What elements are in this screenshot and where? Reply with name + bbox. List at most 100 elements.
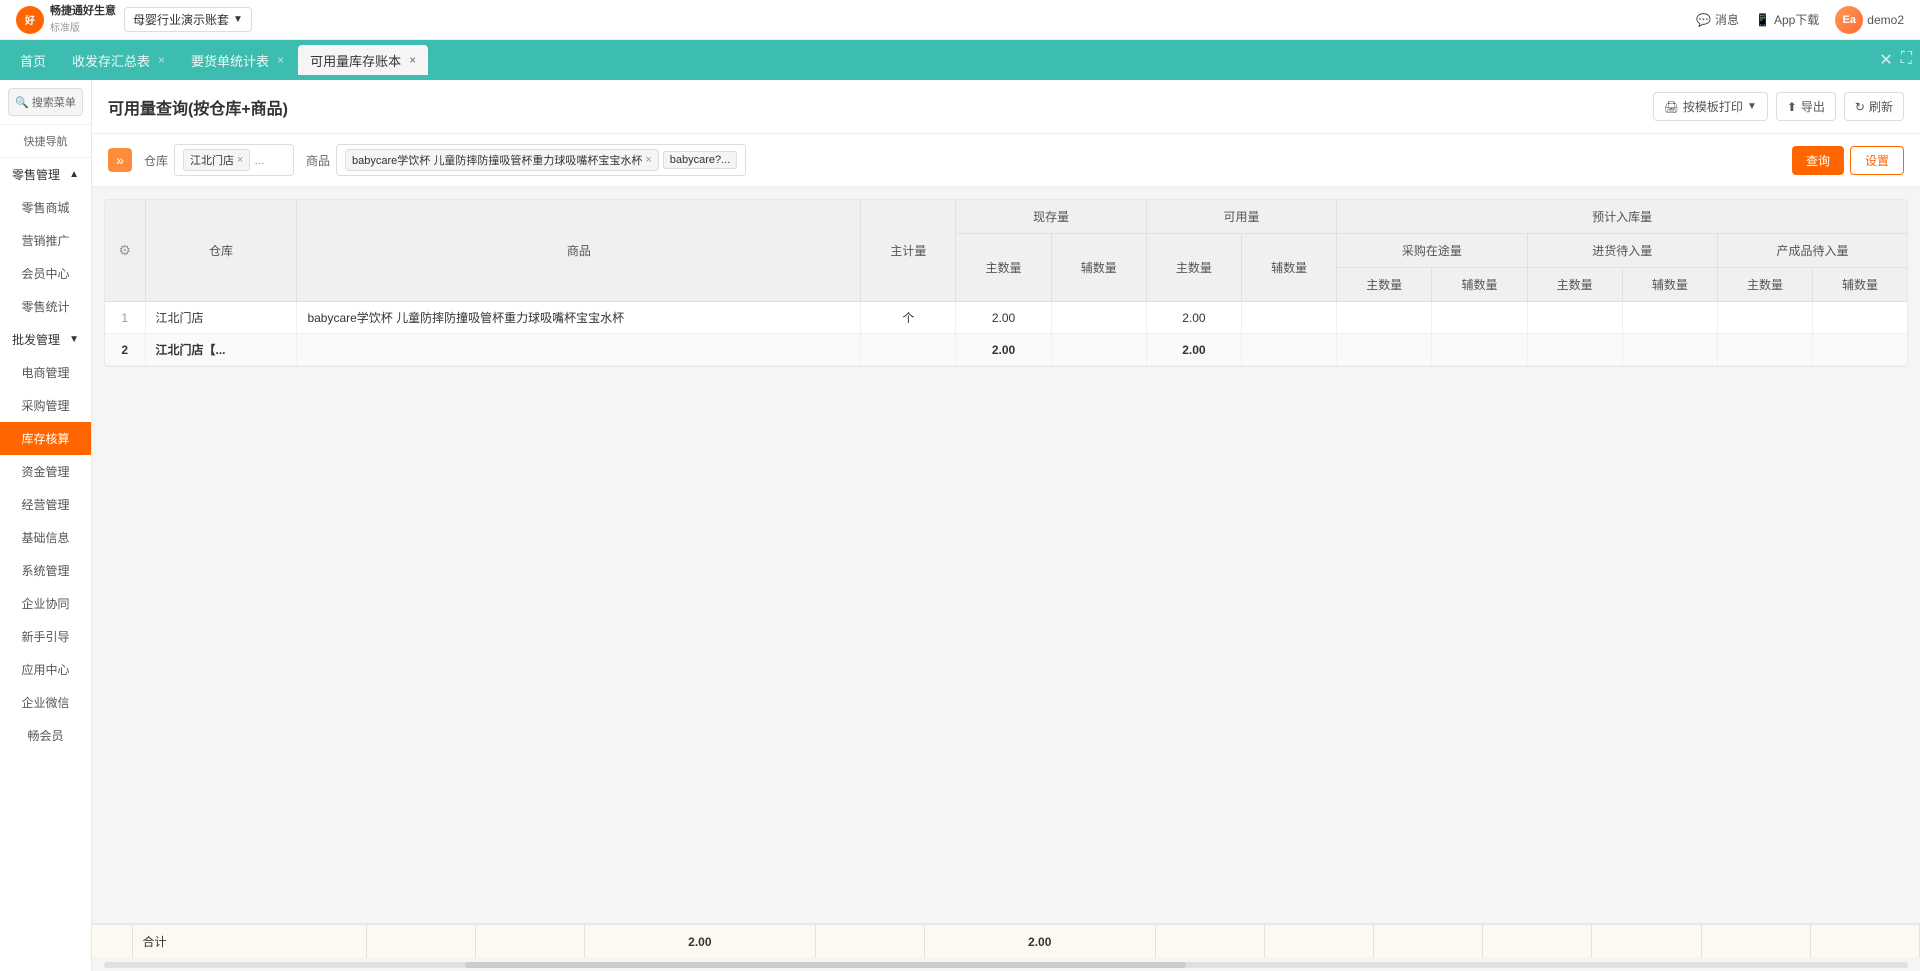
- cell-incoming-main-1: [1527, 302, 1622, 334]
- footer-avail-main: 2.00: [924, 925, 1155, 959]
- refresh-btn[interactable]: ↻ 刷新: [1844, 92, 1904, 121]
- gear-icon[interactable]: ⚙: [118, 242, 131, 258]
- footer-prod-aux: [1810, 925, 1919, 959]
- product-input[interactable]: babycare学饮杯 儿童防摔防撞吸管杯重力球吸嘴杯宝宝水杯 × babyca…: [336, 144, 746, 176]
- export-icon: ⬆: [1787, 100, 1797, 114]
- th-purchase-label: 采购在途量: [1337, 234, 1527, 268]
- industry-label: 母婴行业演示账套: [133, 11, 229, 28]
- sidebar-item-ecommerce[interactable]: 电商管理: [0, 356, 91, 389]
- footer-bar: 合计 2.00 2.00: [92, 923, 1920, 959]
- setting-btn[interactable]: 设置: [1850, 146, 1904, 175]
- th-incoming-main: 主数量: [1527, 268, 1622, 302]
- sidebar-quick-nav[interactable]: 快捷导航: [0, 125, 91, 158]
- message-label: 消息: [1715, 11, 1739, 28]
- tab-home[interactable]: 首页: [8, 45, 58, 75]
- footer-incoming-aux: [1592, 925, 1701, 959]
- chevron-down-icon: ▼: [233, 14, 243, 25]
- tab-order[interactable]: 要货单统计表 ×: [179, 45, 296, 75]
- th-purchase-main: 主数量: [1337, 268, 1432, 302]
- warehouse-label: 仓库: [144, 152, 168, 169]
- table-row: 1 江北门店 babycare学饮杯 儿童防摔防撞吸管杯重力球吸嘴杯宝宝水杯 个…: [105, 302, 1907, 334]
- page-header: 可用量查询(按仓库+商品) 🖨 按模板打印 ▼ ⬆ 导出 ↻ 刷新: [92, 80, 1920, 134]
- footer-stock-main: 2.00: [584, 925, 815, 959]
- top-bar-right: 💬 消息 📱 App下载 Ea demo2: [1696, 6, 1904, 34]
- cell-warehouse-2: 江北门店【...: [145, 334, 297, 366]
- cell-purchase-main-2: [1337, 334, 1432, 366]
- sidebar-item-retail-stats[interactable]: 零售统计: [0, 290, 91, 323]
- product-filter-group: 商品 babycare学饮杯 儿童防摔防撞吸管杯重力球吸嘴杯宝宝水杯 × bab…: [306, 144, 746, 176]
- tab-order-close[interactable]: ×: [277, 53, 284, 67]
- sidebar-item-app-center[interactable]: 应用中心: [0, 653, 91, 686]
- th-production-label: 产成品待入量: [1717, 234, 1907, 268]
- main-layout: 🔍 搜索菜单 快捷导航 零售管理 ▲ 零售商城 营销推广 会员中心 零售统计 批…: [0, 80, 1920, 971]
- product-tag-1-close[interactable]: ×: [645, 154, 651, 166]
- scrollbar-track[interactable]: [104, 962, 1908, 968]
- tab-bar-actions: ✕ ⛶: [1879, 50, 1912, 70]
- message-btn[interactable]: 💬 消息: [1696, 11, 1739, 28]
- sidebar-item-purchase[interactable]: 采购管理: [0, 389, 91, 422]
- cell-no-1: 1: [105, 302, 145, 334]
- cell-incoming-aux-2: [1622, 334, 1717, 366]
- tab-window-close-icon[interactable]: ✕: [1879, 50, 1892, 70]
- app-icon: 📱: [1755, 13, 1770, 27]
- sidebar-item-member2[interactable]: 畅会员: [0, 719, 91, 752]
- table-wrapper: ⚙ 仓库 商品 主计量 现存量 可用量 预计入库量 主数量 辅数量: [104, 199, 1908, 367]
- th-settings[interactable]: ⚙: [105, 200, 145, 302]
- user-area[interactable]: Ea demo2: [1835, 6, 1904, 34]
- cell-prod-main-2: [1717, 334, 1812, 366]
- export-btn[interactable]: ⬆ 导出: [1776, 92, 1836, 121]
- sidebar-item-member[interactable]: 会员中心: [0, 257, 91, 290]
- template-print-btn[interactable]: 🖨 按模板打印 ▼: [1653, 92, 1768, 121]
- product-label: 商品: [306, 152, 330, 169]
- filter-actions: 查询 设置: [1792, 146, 1904, 175]
- tab-receivable[interactable]: 收发存汇总表 ×: [60, 45, 177, 75]
- query-btn[interactable]: 查询: [1792, 146, 1844, 175]
- tab-available[interactable]: 可用量库存账本 ×: [298, 45, 428, 75]
- logo-icon: 好: [16, 6, 44, 34]
- scrollbar-thumb: [465, 962, 1187, 968]
- cell-avail-main-2: 2.00: [1146, 334, 1241, 366]
- th-product: 商品: [297, 200, 861, 302]
- sidebar-item-basic-info[interactable]: 基础信息: [0, 521, 91, 554]
- cell-purchase-aux-1: [1432, 302, 1527, 334]
- sidebar-item-new-guide[interactable]: 新手引导: [0, 620, 91, 653]
- sidebar-search-area: 🔍 搜索菜单: [0, 80, 91, 125]
- th-avail-aux: 辅数量: [1241, 234, 1336, 302]
- tab-maximize-icon[interactable]: ⛶: [1901, 50, 1912, 70]
- filter-bar: » 仓库 江北门店 × ... 商品 babycare学饮杯 儿童防摔防撞吸管杯…: [92, 134, 1920, 187]
- sidebar-item-retail-mall[interactable]: 零售商城: [0, 191, 91, 224]
- sidebar-item-operations[interactable]: 经营管理: [0, 488, 91, 521]
- th-prod-main: 主数量: [1717, 268, 1812, 302]
- sidebar: 🔍 搜索菜单 快捷导航 零售管理 ▲ 零售商城 营销推广 会员中心 零售统计 批…: [0, 80, 92, 971]
- tab-available-close[interactable]: ×: [409, 53, 416, 67]
- sidebar-item-enterprise-wechat[interactable]: 企业微信: [0, 686, 91, 719]
- sidebar-section: 零售管理 ▲ 零售商城 营销推广 会员中心 零售统计 批发管理 ▼ 电商管理 采…: [0, 158, 91, 752]
- warehouse-filter-group: 仓库 江北门店 × ...: [144, 144, 294, 176]
- sidebar-item-finance[interactable]: 资金管理: [0, 455, 91, 488]
- sidebar-item-system[interactable]: 系统管理: [0, 554, 91, 587]
- footer-avail-aux: [1155, 925, 1264, 959]
- filter-toggle-btn[interactable]: »: [108, 148, 132, 172]
- sidebar-search-btn[interactable]: 🔍 搜索菜单: [8, 88, 83, 116]
- th-warehouse: 仓库: [145, 200, 297, 302]
- warehouse-input[interactable]: 江北门店 × ...: [174, 144, 294, 176]
- product-tag-1: babycare学饮杯 儿童防摔防撞吸管杯重力球吸嘴杯宝宝水杯 ×: [345, 149, 659, 171]
- cell-purchase-main-1: [1337, 302, 1432, 334]
- th-stock-main: 主数量: [956, 234, 1051, 302]
- download-btn[interactable]: 📱 App下载: [1755, 11, 1819, 28]
- sidebar-item-cooperation[interactable]: 企业协同: [0, 587, 91, 620]
- cell-no-2: 2: [105, 334, 145, 366]
- footer-purchase-main: [1264, 925, 1373, 959]
- footer-row: 合计 2.00 2.00: [92, 925, 1920, 959]
- th-planned-in: 预计入库量: [1337, 200, 1907, 234]
- tab-receivable-close[interactable]: ×: [158, 53, 165, 67]
- warehouse-more[interactable]: ...: [254, 153, 264, 167]
- tab-available-label: 可用量库存账本: [310, 51, 401, 70]
- warehouse-tag-close[interactable]: ×: [237, 154, 243, 166]
- industry-selector[interactable]: 母婴行业演示账套 ▼: [124, 7, 252, 32]
- sidebar-item-inventory[interactable]: 库存核算: [0, 422, 91, 455]
- sidebar-item-wholesale-mgmt[interactable]: 批发管理 ▼: [0, 323, 91, 356]
- sidebar-item-marketing[interactable]: 营销推广: [0, 224, 91, 257]
- logo-text: 畅捷通好生意: [50, 5, 116, 18]
- sidebar-item-retail-mgmt[interactable]: 零售管理 ▲: [0, 158, 91, 191]
